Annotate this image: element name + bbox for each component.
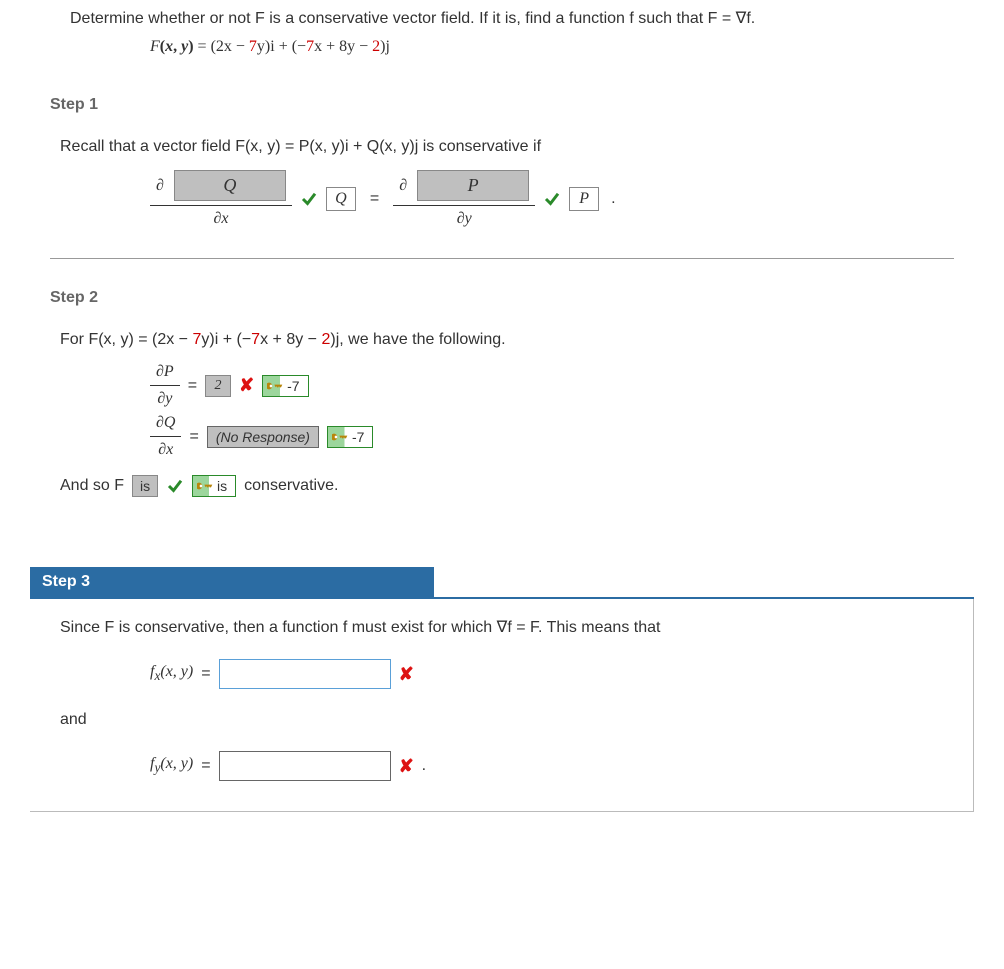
dPdy-line: ∂P ∂y = 2 ✘ -7 bbox=[60, 363, 964, 408]
step3-body: Since F is conservative, then a function… bbox=[30, 599, 974, 812]
conclusion-p1: And so F bbox=[60, 477, 124, 495]
fy-label: fy(x, y) bbox=[150, 755, 193, 776]
key-icon bbox=[332, 430, 348, 444]
check-icon bbox=[300, 190, 318, 208]
formula-eq-p2: y)i + (− bbox=[257, 38, 306, 55]
dQdx-den: ∂x bbox=[150, 437, 181, 459]
period: . bbox=[611, 190, 615, 208]
conclusion-p2: conservative. bbox=[244, 477, 338, 495]
iskey-text: is bbox=[217, 478, 227, 494]
step1-header: Step 1 bbox=[0, 96, 1004, 114]
no-response-box[interactable]: (No Response) bbox=[207, 426, 319, 448]
fx-input[interactable] bbox=[219, 659, 391, 689]
step1-text: Recall that a vector field F(x, y) = P(x… bbox=[60, 138, 964, 156]
divider bbox=[50, 258, 954, 259]
key-icon bbox=[197, 479, 213, 493]
step1-body: Recall that a vector field F(x, y) = P(x… bbox=[0, 124, 1004, 248]
fx-line: fx(x, y) = ✘ bbox=[60, 659, 943, 689]
partial-symbol: ∂ bbox=[156, 177, 164, 195]
key-answer-2[interactable]: -7 bbox=[327, 426, 373, 448]
step2-body: For F(x, y) = (2x − 7y)i + (−7x + 8y − 2… bbox=[0, 317, 1004, 517]
equals: = bbox=[201, 757, 210, 775]
dPdy-fraction: ∂ P ∂y bbox=[393, 170, 535, 228]
check-icon bbox=[543, 190, 561, 208]
is-key[interactable]: is bbox=[192, 475, 236, 497]
step1-equation: ∂ Q ∂x Q = ∂ P ∂y P . bbox=[60, 170, 964, 228]
dQdx-line: ∂Q ∂x = (No Response) -7 bbox=[60, 414, 964, 459]
problem-prompt: Determine whether or not F is a conserva… bbox=[0, 8, 1004, 28]
period: . bbox=[422, 757, 426, 775]
step1-recall: Recall that a vector field F(x, y) = P(x… bbox=[60, 138, 541, 155]
partial-symbol-2: ∂ bbox=[399, 177, 407, 195]
coef-7b: 7 bbox=[306, 38, 314, 55]
step2-intro: For F(x, y) = (2x − 7y)i + (−7x + 8y − 2… bbox=[60, 331, 964, 349]
dQdx-fraction: ∂ Q ∂x bbox=[150, 170, 292, 228]
conclusion-line: And so F is is conservative. bbox=[60, 475, 964, 497]
equals: = bbox=[370, 190, 379, 208]
x-icon: ✘ bbox=[239, 375, 254, 396]
fy-input[interactable] bbox=[219, 751, 391, 781]
key2-text: -7 bbox=[352, 429, 364, 445]
key-answer-1[interactable]: -7 bbox=[262, 375, 308, 397]
key1-text: -7 bbox=[287, 378, 299, 394]
problem-formula: F(x, y) = (2x − 7y)i + (−7x + 8y − 2)j bbox=[0, 38, 1004, 56]
equals: = bbox=[188, 377, 197, 395]
formula-lhs: F(x, y) bbox=[150, 38, 194, 55]
s2-7b: 7 bbox=[251, 331, 260, 348]
equals: = bbox=[201, 665, 210, 683]
step2-header: Step 2 bbox=[0, 289, 1004, 307]
coef-7a: 7 bbox=[249, 38, 257, 55]
s2p2: y)i + (− bbox=[201, 331, 251, 348]
x-icon: ✘ bbox=[399, 664, 414, 685]
equals: = bbox=[189, 428, 198, 446]
fx-label: fx(x, y) bbox=[150, 663, 193, 684]
x-icon: ✘ bbox=[399, 756, 414, 777]
coef-2: 2 bbox=[372, 38, 380, 55]
dy-label: ∂y bbox=[393, 206, 535, 228]
dPdy-den: ∂y bbox=[150, 386, 180, 408]
answer-box-P[interactable]: P bbox=[417, 170, 529, 201]
dQdx-num: ∂Q bbox=[150, 414, 181, 437]
dPdy-frac: ∂P ∂y bbox=[150, 363, 180, 408]
step3-intro: Since F is conservative, then a function… bbox=[60, 617, 943, 637]
answer-box-Q[interactable]: Q bbox=[174, 170, 286, 201]
reveal-P: P bbox=[569, 187, 599, 211]
check-icon bbox=[166, 477, 184, 495]
is-answer[interactable]: is bbox=[132, 475, 158, 497]
prompt-text: Determine whether or not F is a conserva… bbox=[70, 10, 755, 27]
step3-header: Step 3 bbox=[30, 567, 434, 597]
dx-label: ∂x bbox=[150, 206, 292, 228]
dQdx-frac: ∂Q ∂x bbox=[150, 414, 181, 459]
wrong-answer-2[interactable]: 2 bbox=[205, 375, 231, 397]
formula-eq-p4: )j bbox=[380, 38, 390, 55]
s2p1: For F(x, y) = (2x − bbox=[60, 331, 192, 348]
fy-line: fy(x, y) = ✘ . bbox=[60, 751, 943, 781]
reveal-Q: Q bbox=[326, 187, 356, 211]
dPdy-num: ∂P bbox=[150, 363, 180, 386]
key-icon bbox=[267, 379, 283, 393]
s2p3: x + 8y − bbox=[260, 331, 321, 348]
and-label: and bbox=[60, 711, 943, 729]
formula-eq-p1: = (2x − bbox=[198, 38, 249, 55]
formula-eq-p3: x + 8y − bbox=[314, 38, 372, 55]
s2p4: )j, we have the following. bbox=[330, 331, 505, 348]
